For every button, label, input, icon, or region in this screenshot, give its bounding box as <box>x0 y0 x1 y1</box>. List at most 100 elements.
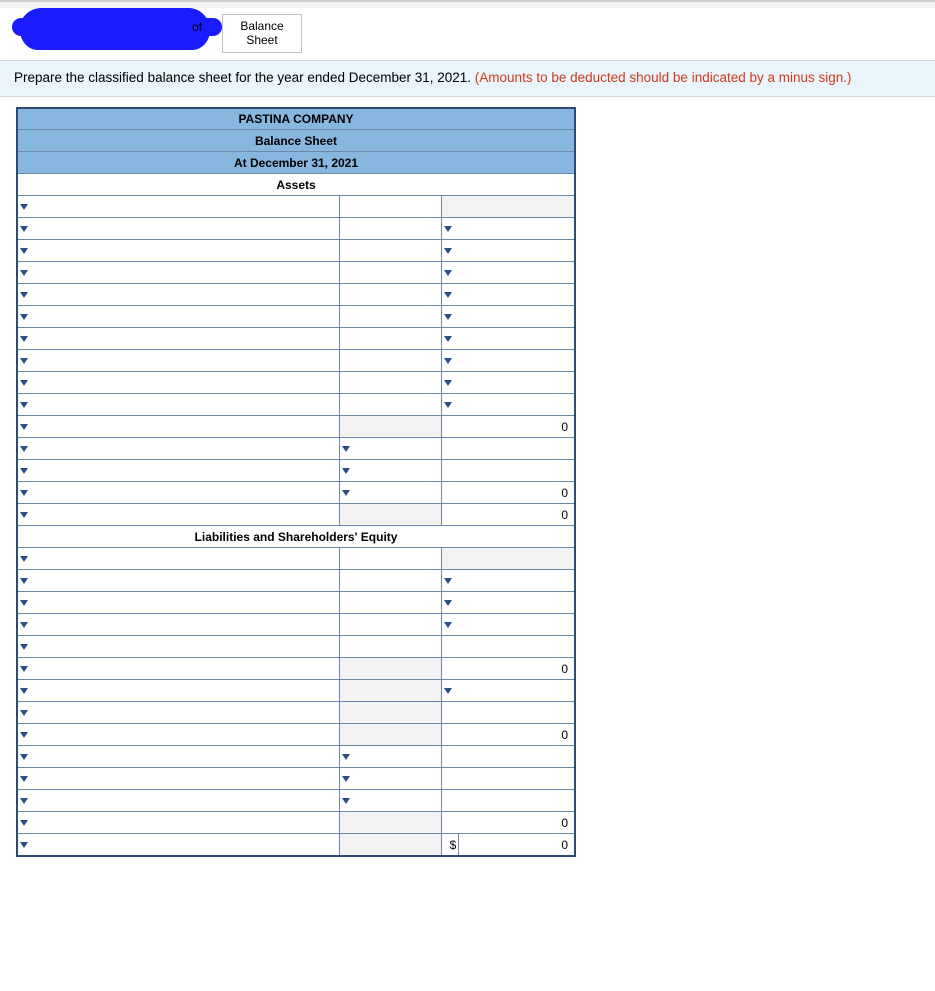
liab-label-dropdown[interactable] <box>17 702 340 724</box>
liab-total-cell: 0 <box>441 724 575 746</box>
spacer <box>340 504 441 526</box>
liab-value2-blank <box>441 636 575 658</box>
instruction-text-red: (Amounts to be deducted should be indica… <box>475 70 852 85</box>
spacer <box>340 702 441 724</box>
spacer <box>340 658 441 680</box>
date-header: At December 31, 2021 <box>17 152 575 174</box>
asset-value2-blank <box>441 460 575 482</box>
liab-total-cell: 0 <box>441 658 575 680</box>
asset-label-dropdown[interactable] <box>17 460 340 482</box>
liab-value2-dropdown[interactable] <box>441 614 575 636</box>
asset-label-dropdown[interactable] <box>17 394 340 416</box>
assets-section-header: Assets <box>17 174 575 196</box>
liab-value2-dropdown[interactable] <box>441 570 575 592</box>
instruction-bar: Prepare the classified balance sheet for… <box>0 60 935 97</box>
asset-value2-dropdown[interactable] <box>441 284 575 306</box>
asset-total-cell: 0 <box>441 482 575 504</box>
liab-value1-input[interactable] <box>340 636 441 658</box>
spacer <box>340 812 441 834</box>
liab-label-dropdown[interactable] <box>17 834 340 856</box>
title-header: Balance Sheet <box>17 130 575 152</box>
asset-label-dropdown[interactable] <box>17 482 340 504</box>
liab-value1-input[interactable] <box>340 592 441 614</box>
asset-label-dropdown[interactable] <box>17 196 340 218</box>
asset-value1-input[interactable] <box>340 306 441 328</box>
liab-value2-dropdown[interactable] <box>441 592 575 614</box>
asset-value1-input[interactable] <box>340 196 441 218</box>
asset-label-dropdown[interactable] <box>17 438 340 460</box>
asset-value1-dropdown[interactable] <box>340 482 441 504</box>
asset-value1-input[interactable] <box>340 240 441 262</box>
tab-bar: of BalanceSheet <box>0 12 935 60</box>
window-top-border <box>0 0 935 8</box>
asset-value1-input[interactable] <box>340 262 441 284</box>
asset-value2-dropdown[interactable] <box>441 306 575 328</box>
liab-label-dropdown[interactable] <box>17 812 340 834</box>
currency-symbol: $ <box>441 834 459 856</box>
asset-label-dropdown[interactable] <box>17 328 340 350</box>
liab-value2-dropdown[interactable] <box>441 680 575 702</box>
company-header: PASTINA COMPANY <box>17 108 575 130</box>
asset-label-dropdown[interactable] <box>17 306 340 328</box>
liab-value2-blank <box>441 768 575 790</box>
liab-label-dropdown[interactable] <box>17 570 340 592</box>
liab-value1-dropdown[interactable] <box>340 790 441 812</box>
liab-label-dropdown[interactable] <box>17 614 340 636</box>
asset-label-dropdown[interactable] <box>17 240 340 262</box>
liab-label-dropdown[interactable] <box>17 658 340 680</box>
liab-value1-dropdown[interactable] <box>340 768 441 790</box>
asset-value1-dropdown[interactable] <box>340 438 441 460</box>
asset-value1-input[interactable] <box>340 218 441 240</box>
liab-label-dropdown[interactable] <box>17 548 340 570</box>
liabilities-section-header: Liabilities and Shareholders' Equity <box>17 526 575 548</box>
liab-value1-input[interactable] <box>340 614 441 636</box>
asset-total-cell: 0 <box>441 416 575 438</box>
asset-value2-dropdown[interactable] <box>441 372 575 394</box>
spacer <box>340 834 441 856</box>
spacer <box>340 724 441 746</box>
liab-label-dropdown[interactable] <box>17 768 340 790</box>
tab-balance-sheet[interactable]: BalanceSheet <box>222 14 302 53</box>
spacer <box>340 416 441 438</box>
liab-label-dropdown[interactable] <box>17 790 340 812</box>
liab-label-dropdown[interactable] <box>17 592 340 614</box>
asset-value2-dropdown[interactable] <box>441 262 575 284</box>
asset-label-dropdown[interactable] <box>17 350 340 372</box>
asset-value2-dropdown[interactable] <box>441 394 575 416</box>
balance-sheet-table: PASTINA COMPANY Balance Sheet At Decembe… <box>16 107 576 857</box>
asset-value1-dropdown[interactable] <box>340 460 441 482</box>
asset-label-dropdown[interactable] <box>17 504 340 526</box>
asset-label-dropdown[interactable] <box>17 262 340 284</box>
asset-value2-dropdown[interactable] <box>441 240 575 262</box>
asset-label-dropdown[interactable] <box>17 372 340 394</box>
liab-label-dropdown[interactable] <box>17 636 340 658</box>
liab-label-dropdown[interactable] <box>17 724 340 746</box>
liab-label-dropdown[interactable] <box>17 680 340 702</box>
asset-value2-dropdown[interactable] <box>441 350 575 372</box>
asset-value1-input[interactable] <box>340 394 441 416</box>
asset-label-dropdown[interactable] <box>17 284 340 306</box>
asset-label-dropdown[interactable] <box>17 218 340 240</box>
asset-value1-input[interactable] <box>340 284 441 306</box>
liab-value2-blank <box>441 790 575 812</box>
asset-value1-input[interactable] <box>340 350 441 372</box>
liab-total-cell: 0 <box>441 812 575 834</box>
liab-value1-input[interactable] <box>340 570 441 592</box>
liab-label-dropdown[interactable] <box>17 746 340 768</box>
asset-value1-input[interactable] <box>340 328 441 350</box>
asset-value2-dropdown[interactable] <box>441 328 575 350</box>
liab-value2-blank <box>441 702 575 724</box>
asset-value2-dropdown[interactable] <box>441 218 575 240</box>
liab-value1-input[interactable] <box>340 548 441 570</box>
redacted-tab-scribble <box>20 8 210 50</box>
liab-value2-blank <box>441 746 575 768</box>
asset-label-dropdown[interactable] <box>17 416 340 438</box>
grand-total-cell: 0 <box>459 834 575 856</box>
balance-sheet-container: PASTINA COMPANY Balance Sheet At Decembe… <box>16 107 935 857</box>
liab-value1-dropdown[interactable] <box>340 746 441 768</box>
asset-value1-input[interactable] <box>340 372 441 394</box>
spacer <box>441 196 575 218</box>
partial-of-text: of <box>192 20 202 34</box>
spacer <box>340 680 441 702</box>
instruction-text: Prepare the classified balance sheet for… <box>14 70 475 85</box>
